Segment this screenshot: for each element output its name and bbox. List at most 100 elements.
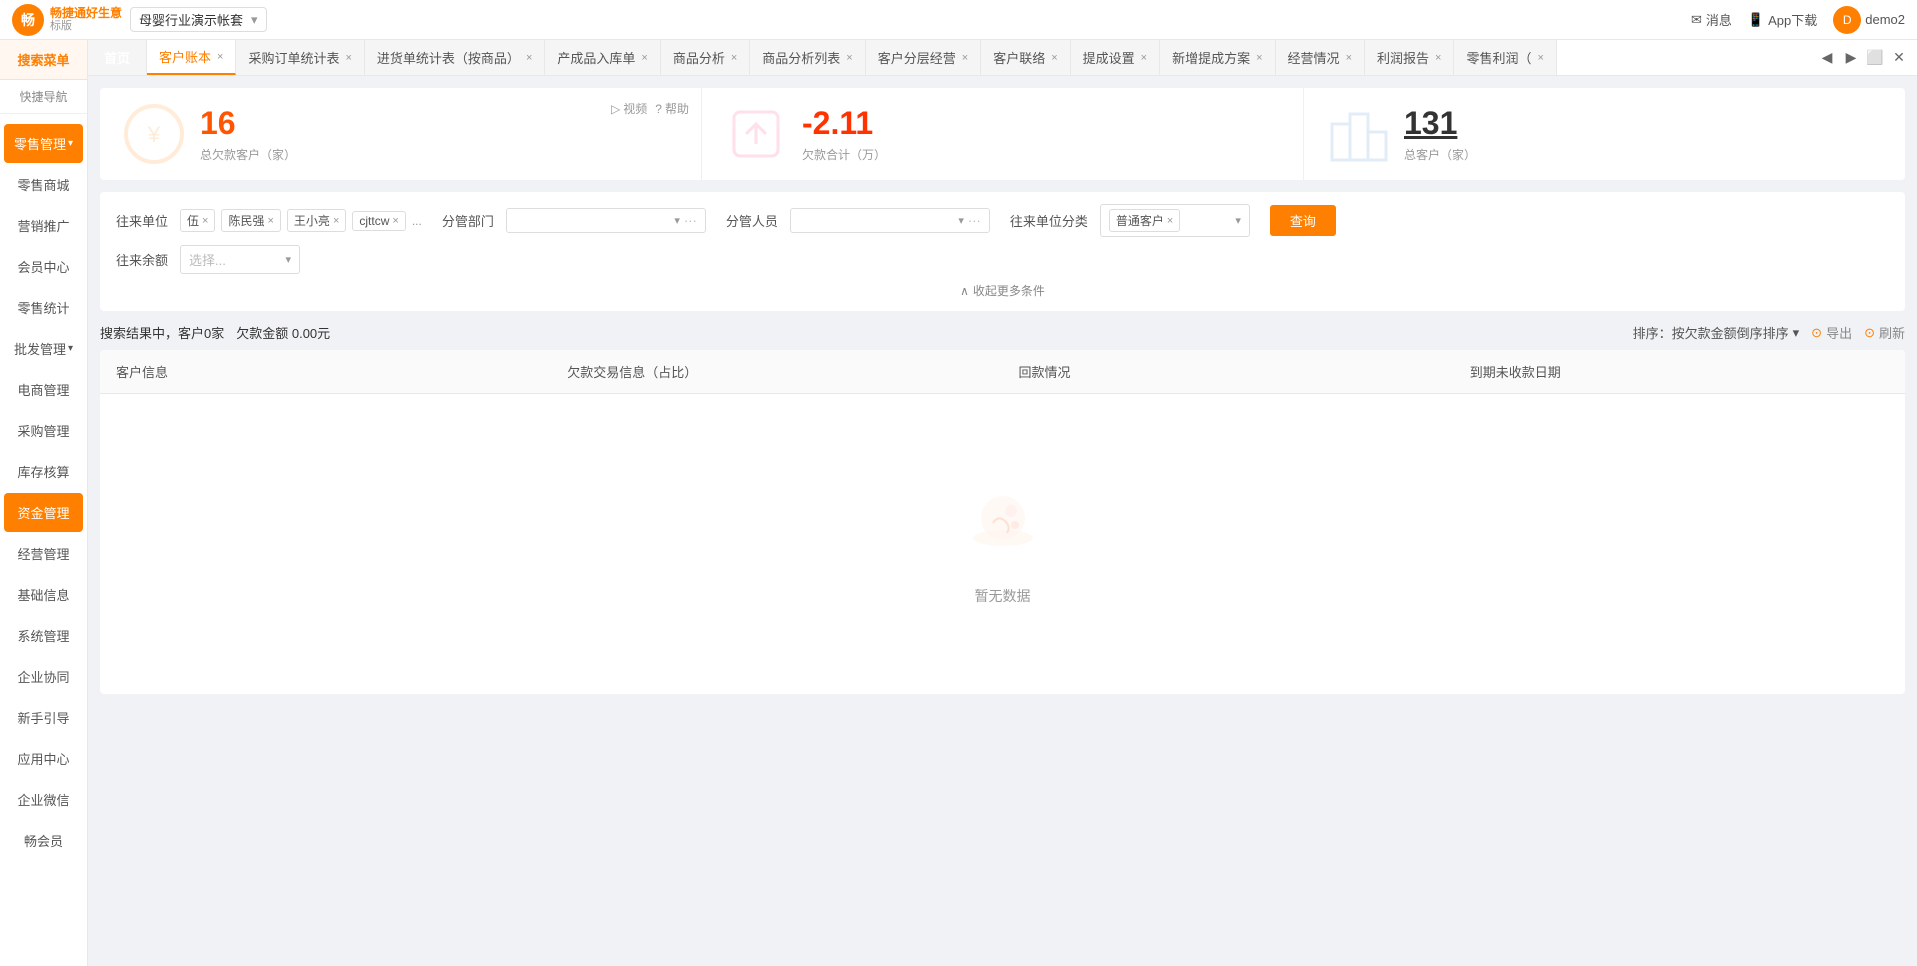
tab-profit[interactable]: 利润报告 × [1365,40,1454,75]
dept-extra-icon[interactable]: ··· [684,213,697,228]
person-extra-icon[interactable]: ··· [968,213,981,228]
tab-add-commission[interactable]: 新增提成方案 × [1160,40,1275,75]
help-btn[interactable]: ? 帮助 [655,100,689,117]
data-table: 客户信息 欠款交易信息（占比） 回款情况 到期未收款日期 [100,350,1905,694]
tab-close-business[interactable]: × [1346,52,1352,64]
sidebar-item-newbie-label: 新手引导 [17,711,69,726]
tab-customer-contact[interactable]: 客户联络 × [981,40,1070,75]
tab-minimize[interactable]: ✕ [1889,48,1909,68]
results-bar: 搜索结果中，客户0家 欠款金额 0.00元 排序：按欠款金额倒序排序 ▾ ⊙ 导… [100,323,1905,342]
query-button[interactable]: 查询 [1270,205,1336,236]
tab-retail-profit[interactable]: 零售利润（ × [1454,40,1556,75]
sidebar-item-ecommerce[interactable]: 电商管理 [4,370,83,409]
sort-button[interactable]: 排序：按欠款金额倒序排序 ▾ [1633,323,1800,342]
tab-maximize[interactable]: ⬜ [1865,48,1885,68]
org-selector[interactable]: 母婴行业演示帐套 ▾ [130,7,267,32]
video-btn[interactable]: ▷ 视频 [611,100,647,117]
sidebar-search[interactable]: 搜索菜单 [0,40,87,80]
search-result-text: 搜索结果中，客户0家 [100,323,224,342]
sidebar-item-enterprise[interactable]: 企业协同 [4,657,83,696]
sort-label: 排序：按欠款金额倒序排序 [1633,323,1789,342]
unit-class-tag[interactable]: 普通客户 × [1109,209,1180,232]
sidebar-item-app-center[interactable]: 应用中心 [4,739,83,778]
unit-class-arrow-icon: ▾ [1235,214,1241,227]
tag-close-chen[interactable]: × [267,215,273,227]
tab-inbound-stats[interactable]: 进货单统计表（按商品） × [365,40,545,75]
tab-home[interactable]: 首页 [88,40,147,75]
tab-close-profit[interactable]: × [1435,52,1441,64]
tab-commission-settings[interactable]: 提成设置 × [1071,40,1160,75]
tab-close-inbound[interactable]: × [526,52,532,64]
sidebar-item-inventory[interactable]: 库存核算 [4,452,83,491]
quick-nav[interactable]: 快捷导航 [0,80,87,114]
tab-scroll-left[interactable]: ◀ [1817,48,1837,68]
sidebar-item-retail-stats[interactable]: 零售统计 [4,288,83,327]
help-icon: ? [655,102,662,116]
sidebar-item-system-label: 系统管理 [17,629,69,644]
tab-scroll-right[interactable]: ▶ [1841,48,1861,68]
sidebar-item-newbie[interactable]: 新手引导 [4,698,83,737]
refresh-btn[interactable]: ⊙ 刷新 [1864,323,1905,342]
sidebar-item-operations[interactable]: 经营管理 [4,534,83,573]
user-menu[interactable]: D demo2 [1833,6,1905,34]
tab-customer-layered[interactable]: 客户分层经营 × [866,40,981,75]
stat-icon-2 [726,104,786,164]
sidebar-item-basic-info[interactable]: 基础信息 [4,575,83,614]
sidebar-item-vip[interactable]: 畅会员 [4,821,83,860]
sidebar-item-finance-label: 资金管理 [17,506,69,521]
sidebar-item-system[interactable]: 系统管理 [4,616,83,655]
tab-close-product[interactable]: × [641,52,647,64]
sidebar-item-marketing[interactable]: 营销推广 [4,206,83,245]
tab-customer-ledger[interactable]: 客户账本 × [147,40,236,75]
sidebar-item-retail-mall-label: 零售商城 [17,178,69,193]
filter-more[interactable]: ... [412,214,422,228]
sidebar-item-wholesale[interactable]: 批发管理 ▾ [4,329,83,368]
person-select[interactable]: ▾ ··· [790,208,990,233]
stat-label-1: 总欠款客户（家） [200,146,296,163]
filter-tag-chen[interactable]: 陈民强 × [221,209,280,232]
tab-close-purchase[interactable]: × [345,52,351,64]
tab-close-goods[interactable]: × [731,52,737,64]
tab-close-commission[interactable]: × [1141,52,1147,64]
sidebar-nav: 零售管理 ▾ 零售商城 营销推广 会员中心 零售统计 批发管理 ▾ 电商管理 [0,114,87,870]
sidebar-item-retail-stats-label: 零售统计 [17,301,69,316]
sidebar-item-purchase[interactable]: 采购管理 [4,411,83,450]
tab-goods-analysis[interactable]: 商品分析 × [661,40,750,75]
org-dropdown-icon[interactable]: ▾ [251,12,258,28]
collapse-btn[interactable]: ∧ 收起更多条件 [116,282,1889,299]
tab-close-retail-profit[interactable]: × [1537,52,1543,64]
tab-business[interactable]: 经营情况 × [1276,40,1365,75]
unit-class-select[interactable]: 普通客户 × ▾ [1100,204,1250,237]
sidebar-item-wechat[interactable]: 企业微信 [4,780,83,819]
sidebar-item-retail-mgmt[interactable]: 零售管理 ▾ [4,124,83,163]
app-download-btn[interactable]: 📱 App下载 [1748,10,1817,29]
filter-tag-cjttcw[interactable]: cjttcw × [352,211,405,231]
unit-class-tag-close[interactable]: × [1167,215,1173,227]
filter-tag-wu[interactable]: 伍 × [180,209,215,232]
tag-close-wang[interactable]: × [333,215,339,227]
tab-goods-analysis-list[interactable]: 商品分析列表 × [750,40,865,75]
dept-select[interactable]: ▾ ··· [506,208,706,233]
sidebar-item-app-center-label: 应用中心 [17,752,69,767]
stat-total-customers: 131 总客户（家） [1304,88,1905,180]
tab-close-contact[interactable]: × [1051,52,1057,64]
tag-close-cjttcw[interactable]: × [392,215,398,227]
sidebar-item-member[interactable]: 会员中心 [4,247,83,286]
export-btn[interactable]: ⊙ 导出 [1811,323,1852,342]
person-arrow-icon: ▾ [958,214,964,227]
filter-tag-wang[interactable]: 王小亮 × [287,209,346,232]
sidebar-item-retail-mall[interactable]: 零售商城 [4,165,83,204]
stat-text-1: 16 总欠款客户（家） [200,105,296,163]
chevron-icon: ▾ [68,138,73,149]
tab-close-add-commission[interactable]: × [1256,52,1262,64]
sidebar-item-finance[interactable]: 资金管理 [4,493,83,532]
balance-select[interactable]: 选择... ▾ [180,245,300,274]
tab-product-inbound[interactable]: 产成品入库单 × [545,40,660,75]
tag-close-wu[interactable]: × [202,215,208,227]
tab-close-goods-list[interactable]: × [846,52,852,64]
tab-purchase-order-stats[interactable]: 采购订单统计表 × [236,40,364,75]
tab-close-customer-layered[interactable]: × [962,52,968,64]
filter-area: 往来单位 伍 × 陈民强 × 王小亮 × [100,192,1905,311]
tab-close-customer-ledger[interactable]: × [217,51,223,63]
message-btn[interactable]: ✉ 消息 [1691,10,1732,29]
